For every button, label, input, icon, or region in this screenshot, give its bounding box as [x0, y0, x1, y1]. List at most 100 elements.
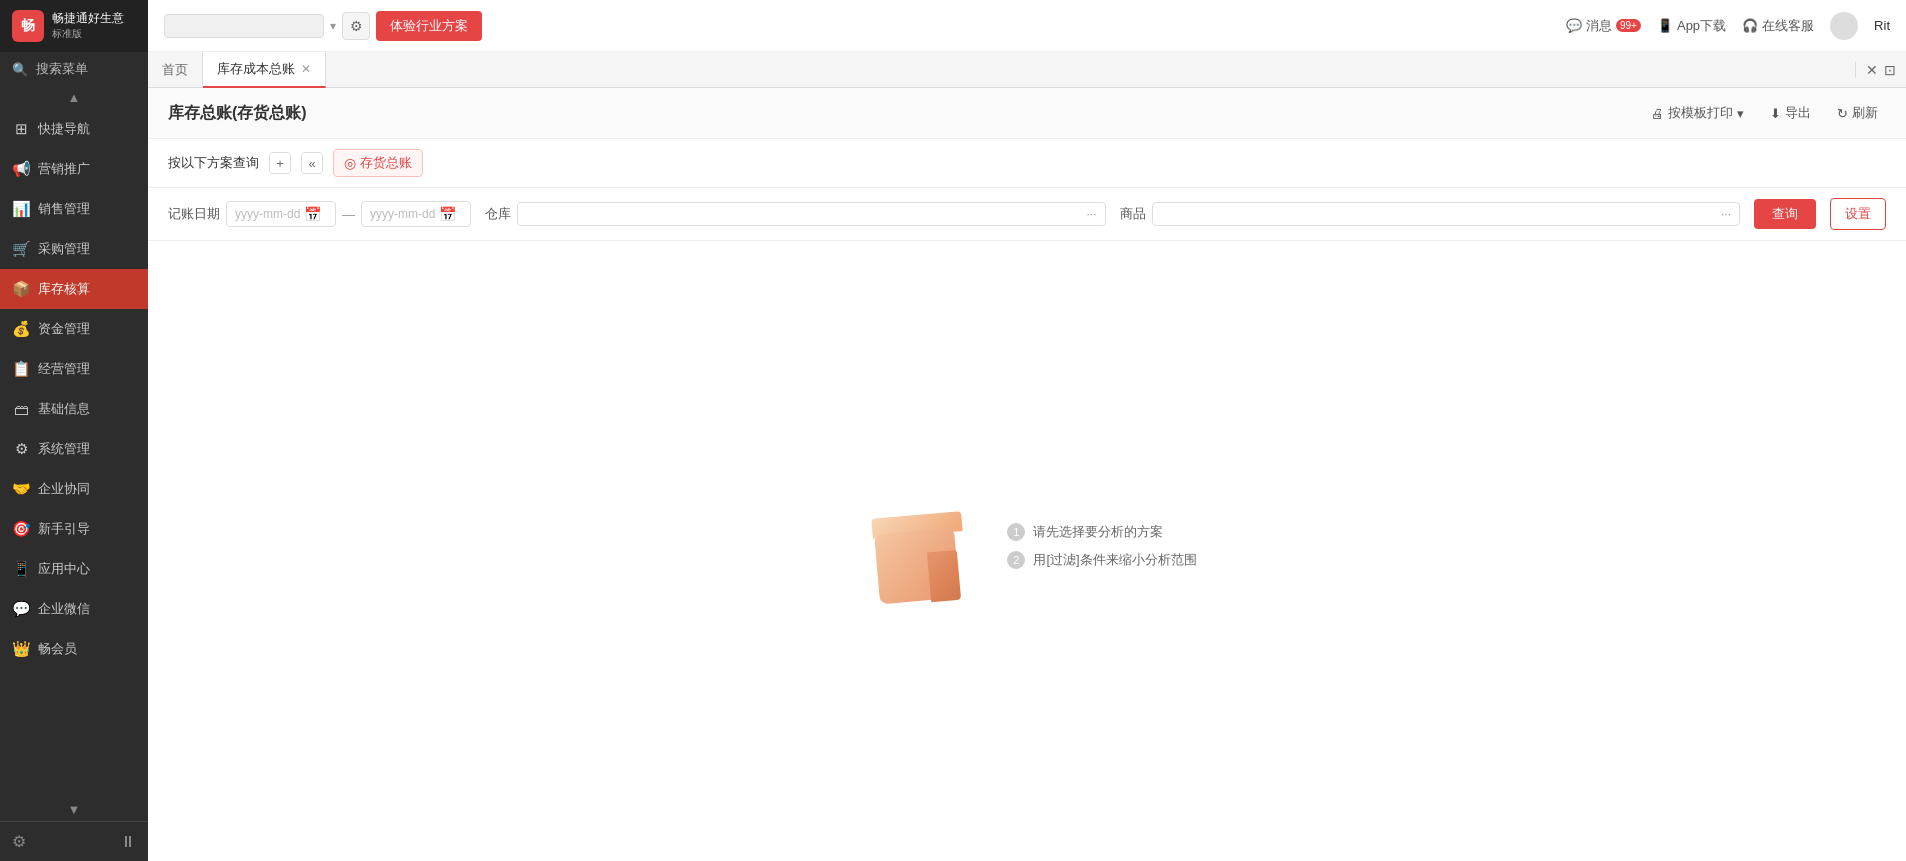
sidebar-item-operations[interactable]: 📋 经营管理 [0, 349, 148, 389]
scroll-down-btn[interactable]: ▼ [0, 798, 148, 821]
sidebar-item-basic-info[interactable]: 🗃 基础信息 [0, 389, 148, 429]
sidebar-item-finance[interactable]: 💰 资金管理 [0, 309, 148, 349]
app-download-action[interactable]: 📱 App下载 [1657, 17, 1726, 35]
sidebar-item-quick-nav[interactable]: ⊞ 快捷导航 [0, 109, 148, 149]
tab-bar: 首页 库存成本总账 ✕ ✕ ⊡ [148, 52, 1906, 88]
tab-home[interactable]: 首页 [148, 52, 203, 88]
export-icon: ⬇ [1770, 106, 1781, 121]
quick-nav-icon: ⊞ [12, 120, 30, 138]
tab-close-panel-icon[interactable]: ✕ [1866, 62, 1878, 78]
filter-label: 按以下方案查询 [168, 154, 259, 172]
main-content: ▾ ⚙ 体验行业方案 💬 消息 99+ 📱 App下载 🎧 在线客服 Rit [148, 0, 1906, 861]
sidebar-footer: ⚙ ⏸ [0, 821, 148, 861]
sidebar-nav: ⊞ 快捷导航 📢 营销推广 📊 销售管理 🛒 采购管理 📦 库存核算 💰 资金管… [0, 109, 148, 798]
settings-side-button[interactable]: 设置 [1830, 198, 1886, 230]
warehouse-more-icon: ··· [1086, 207, 1096, 221]
step-2-text: 用[过滤]条件来缩小分析范围 [1033, 551, 1196, 569]
sidebar-item-system[interactable]: ⚙ 系统管理 [0, 429, 148, 469]
step-2-number: 2 [1007, 551, 1025, 569]
sidebar-item-member[interactable]: 👑 畅会员 [0, 629, 148, 669]
cooperation-icon: 🤝 [12, 480, 30, 498]
filter-scheme[interactable]: ◎ 存货总账 [333, 149, 423, 177]
print-icon: 🖨 [1651, 106, 1664, 121]
date-start-input[interactable]: yyyy-mm-dd 📅 [226, 201, 336, 227]
filter-add-button[interactable]: + [269, 152, 291, 174]
warehouse-input[interactable]: ··· [517, 202, 1106, 226]
refresh-button[interactable]: ↻ 刷新 [1829, 100, 1886, 126]
query-button[interactable]: 查询 [1754, 199, 1816, 229]
system-icon: ⚙ [12, 440, 30, 458]
footer-toggle-icon[interactable]: ⏸ [120, 833, 136, 851]
trial-button[interactable]: 体验行业方案 [376, 11, 482, 41]
sidebar-item-guide[interactable]: 🎯 新手引导 [0, 509, 148, 549]
marketing-label: 营销推广 [38, 160, 90, 178]
filter-bar: 按以下方案查询 + « ◎ 存货总账 [148, 139, 1906, 188]
search-bar: 记账日期 yyyy-mm-dd 📅 — yyyy-mm-dd 📅 仓库 ··· [148, 188, 1906, 241]
messages-icon: 💬 [1566, 18, 1582, 33]
tab-inventory-ledger-label: 库存成本总账 [217, 60, 295, 78]
cooperation-label: 企业协同 [38, 480, 90, 498]
breadcrumb-input[interactable] [164, 14, 324, 38]
online-service-action[interactable]: 🎧 在线客服 [1742, 17, 1814, 35]
chevron-down-icon: ▾ [330, 19, 336, 33]
date-end-placeholder: yyyy-mm-dd [370, 207, 435, 221]
refresh-label: 刷新 [1852, 104, 1878, 122]
filter-expand-button[interactable]: « [301, 152, 323, 174]
export-label: 导出 [1785, 104, 1811, 122]
member-icon: 👑 [12, 640, 30, 658]
sidebar-item-cooperation[interactable]: 🤝 企业协同 [0, 469, 148, 509]
sidebar-item-marketing[interactable]: 📢 营销推广 [0, 149, 148, 189]
messages-action[interactable]: 💬 消息 99+ [1566, 17, 1641, 35]
warehouse-label: 仓库 [485, 205, 511, 223]
quick-nav-label: 快捷导航 [38, 120, 90, 138]
top-header: ▾ ⚙ 体验行业方案 💬 消息 99+ 📱 App下载 🎧 在线客服 Rit [148, 0, 1906, 52]
messages-badge: 99+ [1616, 19, 1641, 32]
phone-icon: 📱 [1657, 18, 1673, 33]
tab-home-label: 首页 [162, 61, 188, 79]
headset-icon: 🎧 [1742, 18, 1758, 33]
print-button[interactable]: 🖨 按模板打印 ▾ [1643, 100, 1752, 126]
calendar-start-icon[interactable]: 📅 [304, 206, 321, 222]
date-end-input[interactable]: yyyy-mm-dd 📅 [361, 201, 471, 227]
export-button[interactable]: ⬇ 导出 [1762, 100, 1819, 126]
purchase-icon: 🛒 [12, 240, 30, 258]
user-avatar[interactable] [1830, 12, 1858, 40]
app-center-label: 应用中心 [38, 560, 90, 578]
sales-label: 销售管理 [38, 200, 90, 218]
product-label: 商品 [1120, 205, 1146, 223]
tab-close-icon[interactable]: ✕ [301, 62, 311, 76]
tab-resize-icon[interactable]: ⊡ [1884, 62, 1896, 78]
app-version: 标准版 [52, 27, 124, 41]
sales-icon: 📊 [12, 200, 30, 218]
basic-info-icon: 🗃 [12, 401, 30, 418]
sidebar-item-purchase[interactable]: 🛒 采购管理 [0, 229, 148, 269]
date-field: 记账日期 yyyy-mm-dd 📅 — yyyy-mm-dd 📅 [168, 201, 471, 227]
footer-settings-icon[interactable]: ⚙ [12, 832, 26, 851]
header-settings-button[interactable]: ⚙ [342, 12, 370, 40]
sidebar-item-wechat[interactable]: 💬 企业微信 [0, 589, 148, 629]
wechat-label: 企业微信 [38, 600, 90, 618]
finance-label: 资金管理 [38, 320, 90, 338]
sidebar-search[interactable]: 🔍 搜索菜单 [0, 52, 148, 86]
user-name: Rit [1874, 18, 1890, 33]
inventory-label: 库存核算 [38, 280, 90, 298]
basic-info-label: 基础信息 [38, 400, 90, 418]
product-input[interactable]: ··· [1152, 202, 1741, 226]
empty-illustration [857, 491, 977, 611]
scroll-up-btn[interactable]: ▲ [0, 86, 148, 109]
empty-state: 1 请先选择要分析的方案 2 用[过滤]条件来缩小分析范围 [148, 241, 1906, 861]
app-name: 畅捷通好生意 [52, 11, 124, 27]
product-more-icon: ··· [1721, 207, 1731, 221]
search-icon: 🔍 [12, 62, 28, 77]
search-menu-label: 搜索菜单 [36, 60, 88, 78]
guide-label: 新手引导 [38, 520, 90, 538]
refresh-icon: ↻ [1837, 106, 1848, 121]
sidebar-item-inventory[interactable]: 📦 库存核算 [0, 269, 148, 309]
calendar-end-icon[interactable]: 📅 [439, 206, 456, 222]
inventory-icon: 📦 [12, 280, 30, 298]
empty-text: 1 请先选择要分析的方案 2 用[过滤]条件来缩小分析范围 [1007, 523, 1196, 579]
operations-label: 经营管理 [38, 360, 90, 378]
tab-inventory-ledger[interactable]: 库存成本总账 ✕ [203, 52, 326, 88]
sidebar-item-app-center[interactable]: 📱 应用中心 [0, 549, 148, 589]
sidebar-item-sales[interactable]: 📊 销售管理 [0, 189, 148, 229]
